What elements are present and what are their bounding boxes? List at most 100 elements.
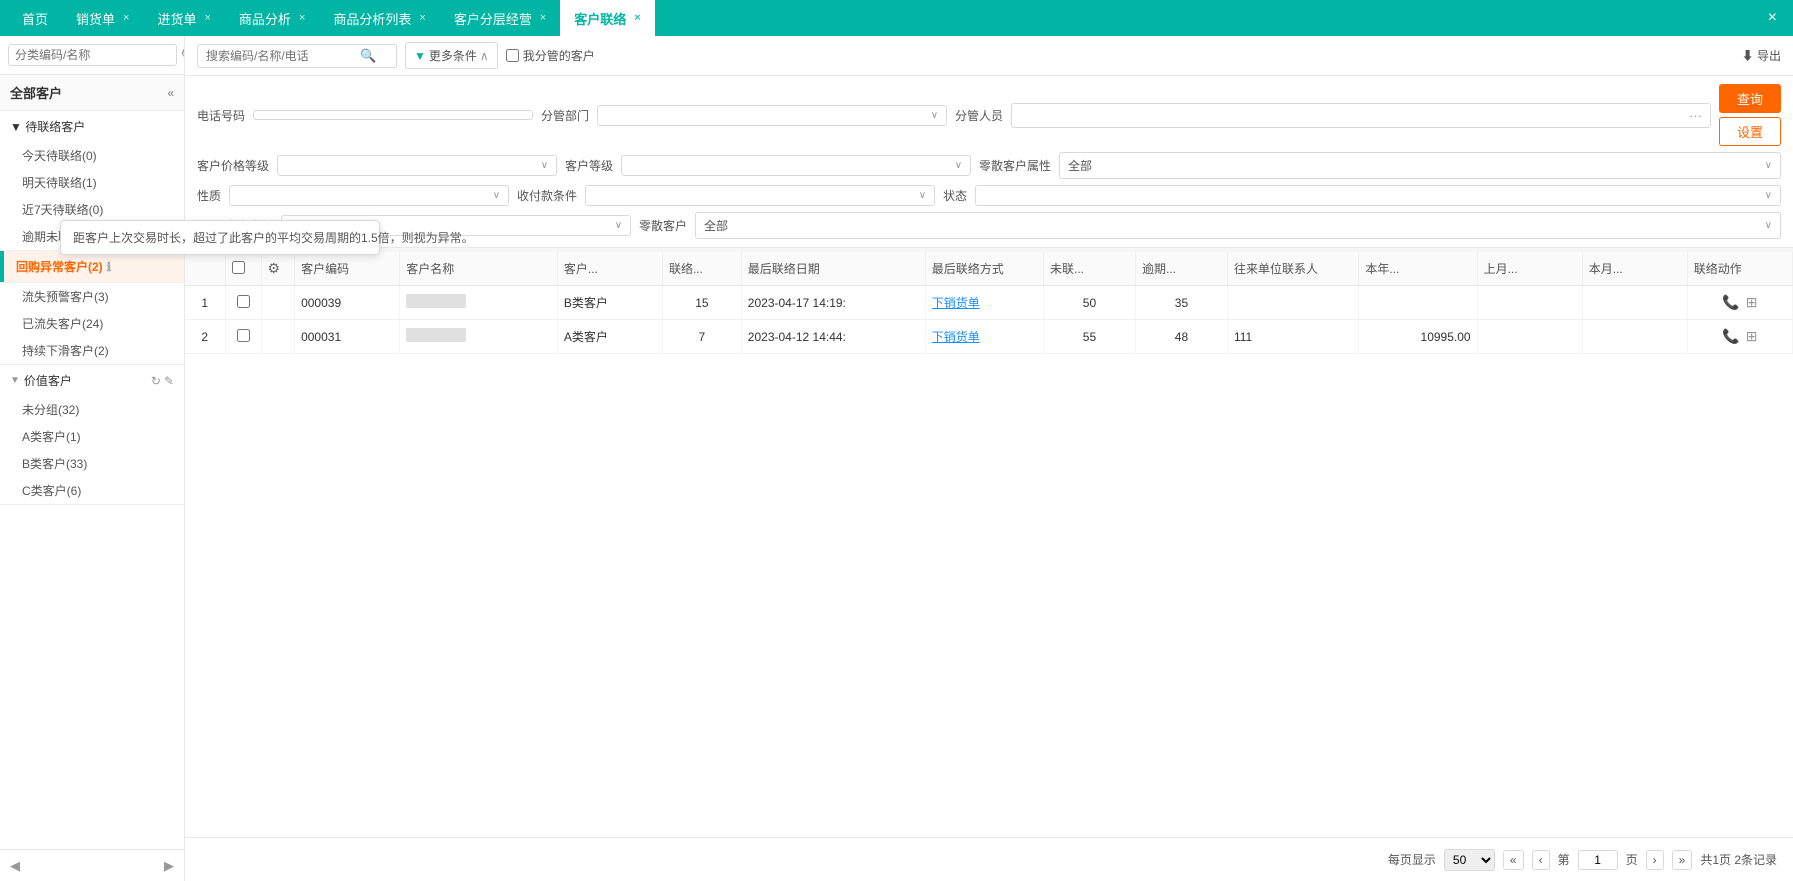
settings-button[interactable]: 设置 (1719, 117, 1781, 146)
dept-select[interactable]: ∨ (597, 105, 947, 126)
customer-level-select[interactable]: ∨ (621, 155, 971, 176)
phone-action-icon[interactable]: 📞 (1722, 328, 1739, 345)
col-header-overdue: 逾期... (1135, 252, 1227, 286)
table-settings-gear[interactable]: ⚙ (268, 260, 281, 276)
cell-level: A类客户 (557, 320, 662, 354)
filter-search-input[interactable] (206, 49, 356, 63)
sidebar-item-lost-warning[interactable]: 流失预警客户(3) (0, 283, 184, 310)
right-content: 🔍 ▼ 更多条件 ∧ 我分管的客户 ⬇ 导出 电话号码 (185, 36, 1793, 881)
status-select[interactable]: ∨ (975, 185, 1781, 206)
cell-check[interactable] (225, 286, 261, 320)
retail2-select[interactable]: 全部 ∨ (695, 212, 1781, 239)
sidebar-item-a-class[interactable]: A类客户(1) (0, 423, 184, 450)
more-action-icon[interactable]: ⊞ (1746, 294, 1758, 311)
phone-action-icon[interactable]: 📞 (1722, 294, 1739, 311)
manager-input[interactable]: ··· (1011, 103, 1711, 128)
filter-search-icon[interactable]: 🔍 (360, 48, 376, 64)
cell-action: 📞 ⊞ (1687, 320, 1792, 354)
gender-label: 性质 (197, 187, 221, 204)
nav-close-customer-seg[interactable]: × (540, 12, 546, 24)
cell-contact: 7 (662, 320, 741, 354)
filter-search-box: 🔍 (197, 44, 397, 68)
sidebar-value-header[interactable]: ▼ 价值客户 ↻ ✎ (0, 365, 184, 396)
last-page-button[interactable]: » (1672, 850, 1693, 870)
nav-close-purchase[interactable]: × (204, 12, 210, 24)
gender-arrow: ∨ (493, 190, 500, 201)
nav-close-analysis[interactable]: × (299, 12, 305, 24)
sidebar-left-arrow[interactable]: ◀ (10, 858, 20, 874)
my-customers-checkbox[interactable] (506, 49, 519, 62)
nav-home[interactable]: 首页 (8, 0, 62, 36)
phone-input[interactable] (253, 110, 533, 120)
sidebar-right-arrow[interactable]: ▶ (164, 858, 174, 874)
nav-analysis[interactable]: 商品分析 × (225, 0, 319, 36)
cell-overdue: 48 (1135, 320, 1227, 354)
sidebar-item-c-class[interactable]: C类客户(6) (0, 477, 184, 504)
sidebar-item-ungroup[interactable]: 未分组(32) (0, 396, 184, 423)
chevron-icon: ∧ (480, 49, 489, 63)
col-header-settings[interactable]: ⚙ (261, 252, 295, 286)
sidebar-item-today[interactable]: 今天待联络(0) (0, 142, 184, 169)
nav-purchase[interactable]: 进货单 × (143, 0, 224, 36)
sidebar-item-b-class[interactable]: B类客户(33) (0, 450, 184, 477)
price-level-label: 客户价格等级 (197, 157, 269, 174)
nav-analysis-list[interactable]: 商品分析列表 × (319, 0, 439, 36)
manager-ellipsis[interactable]: ··· (1689, 108, 1702, 123)
refresh-icon[interactable]: ↻ (151, 374, 161, 388)
cell-way: 下销货单 (925, 320, 1043, 354)
first-page-button[interactable]: « (1503, 850, 1524, 870)
cell-year-amount: 10995.00 (1359, 320, 1477, 354)
sidebar-item-declining[interactable]: 持续下滑客户(2) (0, 337, 184, 364)
row-checkbox[interactable] (237, 295, 250, 308)
gender-select[interactable]: ∨ (229, 185, 509, 206)
cell-date: 2023-04-17 14:19: (741, 286, 925, 320)
cell-date: 2023-04-12 14:44: (741, 320, 925, 354)
cell-level: B类客户 (557, 286, 662, 320)
nav-customer-seg[interactable]: 客户分层经营 × (440, 0, 560, 36)
col-header-current-month: 本月... (1582, 252, 1687, 286)
col-header-date: 最后联络日期 (741, 252, 925, 286)
more-conditions-button[interactable]: ▼ 更多条件 ∧ (405, 42, 498, 69)
sidebar-item-7days[interactable]: 近7天待联络(0) (0, 196, 184, 223)
nav-close-analysis-list[interactable]: × (419, 12, 425, 24)
cell-num: 2 (185, 320, 225, 354)
name-blurred (406, 328, 466, 342)
prev-page-button[interactable]: ‹ (1532, 850, 1550, 870)
window-close-icon[interactable]: × (1760, 9, 1785, 27)
sidebar-pending-title[interactable]: ▼ 待联络客户 (0, 111, 184, 142)
edit-icon[interactable]: ✎ (164, 374, 174, 388)
sidebar-all-customers[interactable]: 全部客户 « (0, 75, 184, 111)
nav-customer-contact[interactable]: 客户联络 × (560, 0, 654, 36)
nav-close-customer-contact[interactable]: × (634, 12, 640, 24)
cell-name (400, 286, 558, 320)
row-checkbox[interactable] (237, 329, 250, 342)
top-nav-right: × (1760, 9, 1785, 27)
cell-check[interactable] (225, 320, 261, 354)
query-button[interactable]: 查询 (1719, 84, 1781, 113)
price-level-select[interactable]: ∨ (277, 155, 557, 176)
sidebar-item-repurchase[interactable]: 回购异常客户(2) ℹ (0, 251, 184, 282)
my-customers-check[interactable]: 我分管的客户 (506, 47, 595, 64)
last-way-link[interactable]: 下销货单 (932, 330, 980, 344)
nav-close-sales[interactable]: × (123, 12, 129, 24)
per-page-select[interactable]: 50 20 100 (1444, 849, 1495, 871)
dept-arrow: ∨ (931, 110, 938, 121)
sidebar-collapse-icon[interactable]: « (167, 86, 174, 100)
more-action-icon[interactable]: ⊞ (1746, 328, 1758, 345)
col-header-last-month: 上月... (1477, 252, 1582, 286)
retail-attr-select[interactable]: 全部 ∨ (1059, 152, 1781, 179)
select-all-checkbox[interactable] (232, 261, 245, 274)
name-blurred (406, 294, 466, 308)
filter-actions: 查询 设置 (1719, 84, 1781, 146)
sidebar-item-lost[interactable]: 已流失客户(24) (0, 310, 184, 337)
sidebar-item-tomorrow[interactable]: 明天待联络(1) (0, 169, 184, 196)
pagination: 每页显示 50 20 100 « ‹ 第 页 › » 共1页 2条记录 (185, 837, 1793, 881)
payment-select[interactable]: ∨ (585, 185, 935, 206)
info-icon[interactable]: ℹ (107, 260, 112, 274)
export-button[interactable]: ⬇ 导出 (1742, 47, 1781, 64)
last-way-link[interactable]: 下销货单 (932, 296, 980, 310)
sidebar-search-input[interactable] (8, 44, 177, 66)
nav-sales[interactable]: 销货单 × (62, 0, 143, 36)
page-number-input[interactable] (1578, 850, 1618, 870)
next-page-button[interactable]: › (1646, 850, 1664, 870)
